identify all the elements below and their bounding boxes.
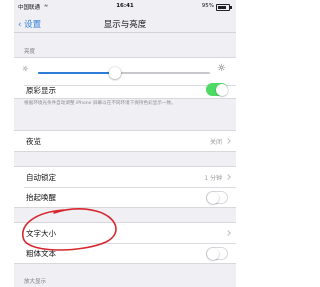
settings-screen: 中国联通 ≈ 16:41 95% ‹ 设置 显示与亮度 亮度 ☼ ☼ 原彩显示 … — [14, 0, 236, 287]
annotation-overlay — [22, 208, 117, 251]
annotation-circle — [22, 208, 117, 251]
